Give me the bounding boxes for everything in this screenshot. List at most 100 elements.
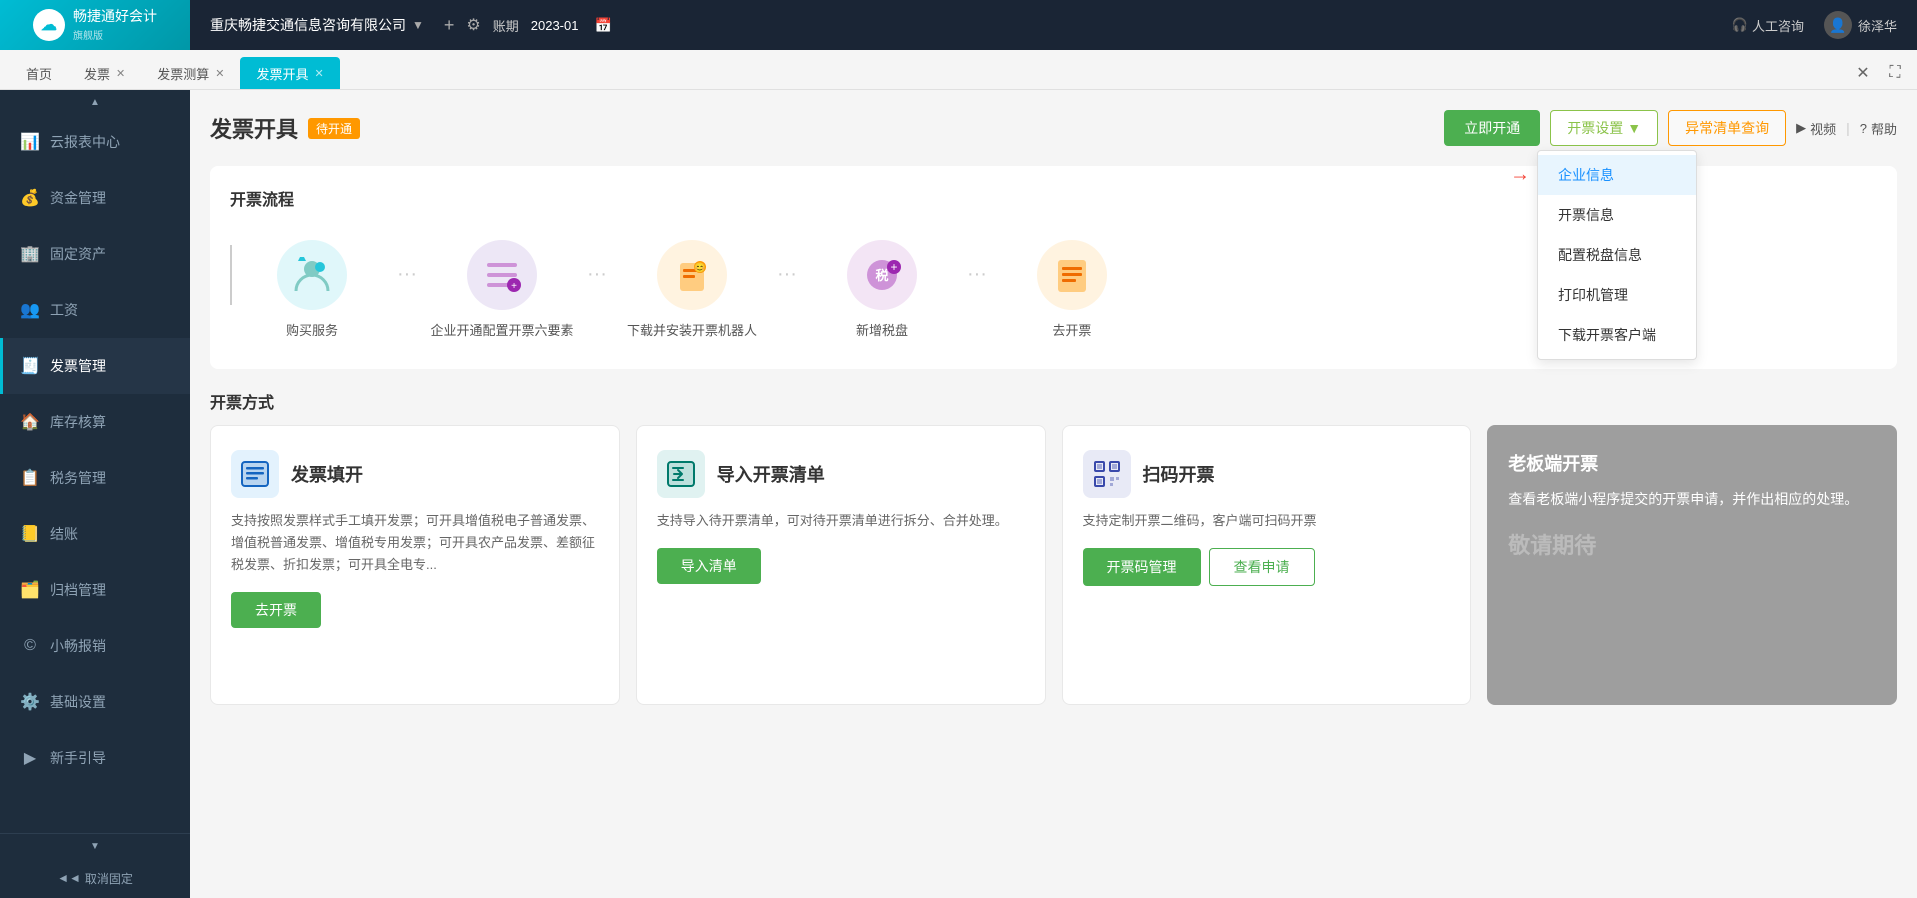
- tab-invoice-calc-label: 发票测算: [157, 64, 209, 83]
- sidebar-item-guide[interactable]: ▶ 新手引导: [0, 730, 190, 786]
- dropdown-item-tax-disk[interactable]: 配置税盘信息: [1538, 235, 1696, 275]
- main-layout: ▲ 📊 云报表中心 💰 资金管理 🏢 固定资产 👥 工资 🧾 发票管理 🏠 库存…: [0, 90, 1917, 898]
- import-invoice-button[interactable]: 导入清单: [657, 548, 761, 584]
- content-area: 发票开具 待开通 立即开通 开票设置 ▼ 异常清单查询 ▶ 视频 | ? 帮助: [190, 90, 1917, 898]
- tab-invoice-issue-close[interactable]: ✕: [315, 67, 324, 80]
- calendar-icon[interactable]: 📅: [594, 17, 611, 34]
- process-arrow-4: ···: [967, 263, 987, 286]
- divider: |: [1846, 120, 1850, 136]
- fill-invoice-button[interactable]: 去开票: [231, 592, 321, 628]
- process-step-buy: 购买服务: [232, 240, 392, 339]
- tab-close-btn[interactable]: ✕: [1851, 61, 1875, 85]
- sidebar-item-inventory[interactable]: 🏠 库存核算: [0, 394, 190, 450]
- sidebar-scroll-up[interactable]: ▲: [0, 90, 190, 114]
- app-name: 畅捷通好会计: [73, 8, 157, 25]
- fill-invoice-title: 发票填开: [291, 461, 363, 487]
- tax-icon: 📋: [20, 468, 40, 488]
- settings-icon[interactable]: ⚙: [466, 15, 480, 35]
- headset-icon: 🎧: [1732, 17, 1748, 33]
- process-step-invoice-label: 去开票: [1052, 320, 1091, 339]
- method-card-scan-header: 扫码开票: [1083, 450, 1451, 498]
- process-arrow-3: ···: [777, 263, 797, 286]
- tab-expand-btn[interactable]: ⛶: [1883, 61, 1907, 85]
- process-step-config-label: 企业开通配置开票六要素: [430, 320, 573, 339]
- process-arrow-1: ···: [397, 263, 417, 286]
- import-invoice-desc: 支持导入待开票清单，可对待开票清单进行拆分、合并处理。: [657, 510, 1025, 532]
- process-step-buy-icon: [277, 240, 347, 310]
- settings-button-label: 开票设置: [1567, 118, 1623, 138]
- sidebar-item-guide-label: 新手引导: [50, 748, 106, 768]
- sidebar-item-cloud-report-label: 云报表中心: [50, 132, 120, 152]
- sidebar-item-settle[interactable]: 📒 结账: [0, 506, 190, 562]
- help-button[interactable]: ? 帮助: [1860, 119, 1897, 138]
- tab-invoice-calc-close[interactable]: ✕: [215, 67, 224, 80]
- support-button[interactable]: 🎧 人工咨询: [1732, 16, 1804, 35]
- sidebar-cancel-pin[interactable]: ◄◄ 取消固定: [0, 858, 190, 898]
- exception-button[interactable]: 异常清单查询: [1668, 110, 1786, 146]
- sidebar-item-archive-label: 归档管理: [50, 580, 106, 600]
- view-application-button[interactable]: 查看申请: [1209, 548, 1315, 586]
- basic-icon: ⚙️: [20, 692, 40, 712]
- app-badge: 旗舰版: [73, 27, 157, 42]
- sidebar-item-inventory-label: 库存核算: [50, 412, 106, 432]
- company-name: 重庆畅捷交通信息咨询有限公司: [210, 15, 406, 35]
- dropdown-item-company-info[interactable]: → 企业信息: [1538, 155, 1696, 195]
- dropdown-item-invoice-info[interactable]: 开票信息: [1538, 195, 1696, 235]
- process-step-taxdisk-label: 新增税盘: [856, 320, 908, 339]
- process-step-buy-label: 购买服务: [286, 320, 338, 339]
- sidebar-item-xiaochang[interactable]: © 小畅报销: [0, 618, 190, 674]
- tab-invoice[interactable]: 发票 ✕: [68, 57, 141, 89]
- dropdown-item-printer[interactable]: 打印机管理: [1538, 275, 1696, 315]
- user-area[interactable]: 👤 徐泽华: [1824, 11, 1897, 39]
- sidebar-item-fixed-assets[interactable]: 🏢 固定资产: [0, 226, 190, 282]
- invoice-icon: 🧾: [20, 356, 40, 376]
- sidebar-scroll-down[interactable]: ▼: [0, 834, 190, 858]
- settings-button[interactable]: 开票设置 ▼: [1550, 110, 1658, 146]
- tab-invoice-issue[interactable]: 发票开具 ✕: [240, 57, 339, 89]
- method-card-import: 导入开票清单 支持导入待开票清单，可对待开票清单进行拆分、合并处理。 导入清单: [636, 425, 1046, 705]
- method-card-import-header: 导入开票清单: [657, 450, 1025, 498]
- archive-icon: 🗂️: [20, 580, 40, 600]
- dropdown-printer-label: 打印机管理: [1558, 287, 1628, 303]
- tab-bar: 首页 发票 ✕ 发票测算 ✕ 发票开具 ✕ ✕ ⛶: [0, 50, 1917, 90]
- fill-invoice-desc: 支持按照发票样式手工填开发票；可开具增值税电子普通发票、增值税普通发票、增值税专…: [231, 510, 599, 576]
- page-title: 发票开具: [210, 112, 298, 144]
- sidebar-item-basic[interactable]: ⚙️ 基础设置: [0, 674, 190, 730]
- sidebar-item-invoice[interactable]: 🧾 发票管理: [0, 338, 190, 394]
- fund-icon: 💰: [20, 188, 40, 208]
- page-actions: 立即开通 开票设置 ▼ 异常清单查询 ▶ 视频 | ? 帮助: [1444, 110, 1897, 146]
- scan-invoice-buttons: 开票码管理 查看申请: [1083, 548, 1451, 586]
- sidebar-item-cloud-report[interactable]: 📊 云报表中心: [0, 114, 190, 170]
- activate-button[interactable]: 立即开通: [1444, 110, 1540, 146]
- tab-invoice-close[interactable]: ✕: [116, 67, 125, 80]
- settings-chevron-icon: ▼: [1627, 120, 1641, 136]
- process-step-config-icon: +: [467, 240, 537, 310]
- method-card-fill-header: 发票填开: [231, 450, 599, 498]
- svg-text:😊: 😊: [694, 262, 706, 274]
- method-card-scan: 扫码开票 支持定制开票二维码，客户端可扫码开票 开票码管理 查看申请: [1062, 425, 1472, 705]
- sidebar-item-tax[interactable]: 📋 税务管理: [0, 450, 190, 506]
- tab-home-label: 首页: [26, 64, 52, 83]
- tab-home[interactable]: 首页: [10, 57, 68, 89]
- add-tab-button[interactable]: +: [444, 15, 455, 36]
- settle-icon: 📒: [20, 524, 40, 544]
- sidebar-item-salary[interactable]: 👥 工资: [0, 282, 190, 338]
- sidebar-item-fund[interactable]: 💰 资金管理: [0, 170, 190, 226]
- sidebar-item-archive[interactable]: 🗂️ 归档管理: [0, 562, 190, 618]
- dropdown-item-download-client[interactable]: 下载开票客户端: [1538, 315, 1696, 355]
- scan-invoice-title: 扫码开票: [1143, 461, 1215, 487]
- svg-text:+: +: [511, 281, 517, 292]
- question-icon: ?: [1860, 121, 1867, 136]
- tab-invoice-calc[interactable]: 发票测算 ✕: [141, 57, 240, 89]
- company-chevron-icon: ▼: [412, 18, 424, 32]
- process-step-config: + 企业开通配置开票六要素: [422, 240, 582, 339]
- logo-icon: ☁: [33, 9, 65, 41]
- sidebar-item-settle-label: 结账: [50, 524, 78, 544]
- company-selector[interactable]: 重庆畅捷交通信息咨询有限公司 ▼: [210, 15, 424, 35]
- video-button[interactable]: ▶ 视频: [1796, 119, 1836, 138]
- dropdown-invoice-info-label: 开票信息: [1558, 207, 1614, 223]
- logo-text-block: 畅捷通好会计 旗舰版: [73, 8, 157, 42]
- header-actions: + ⚙ 账期 2023-01 📅: [444, 15, 612, 36]
- process-step-invoice-icon: [1037, 240, 1107, 310]
- qr-manage-button[interactable]: 开票码管理: [1083, 548, 1201, 586]
